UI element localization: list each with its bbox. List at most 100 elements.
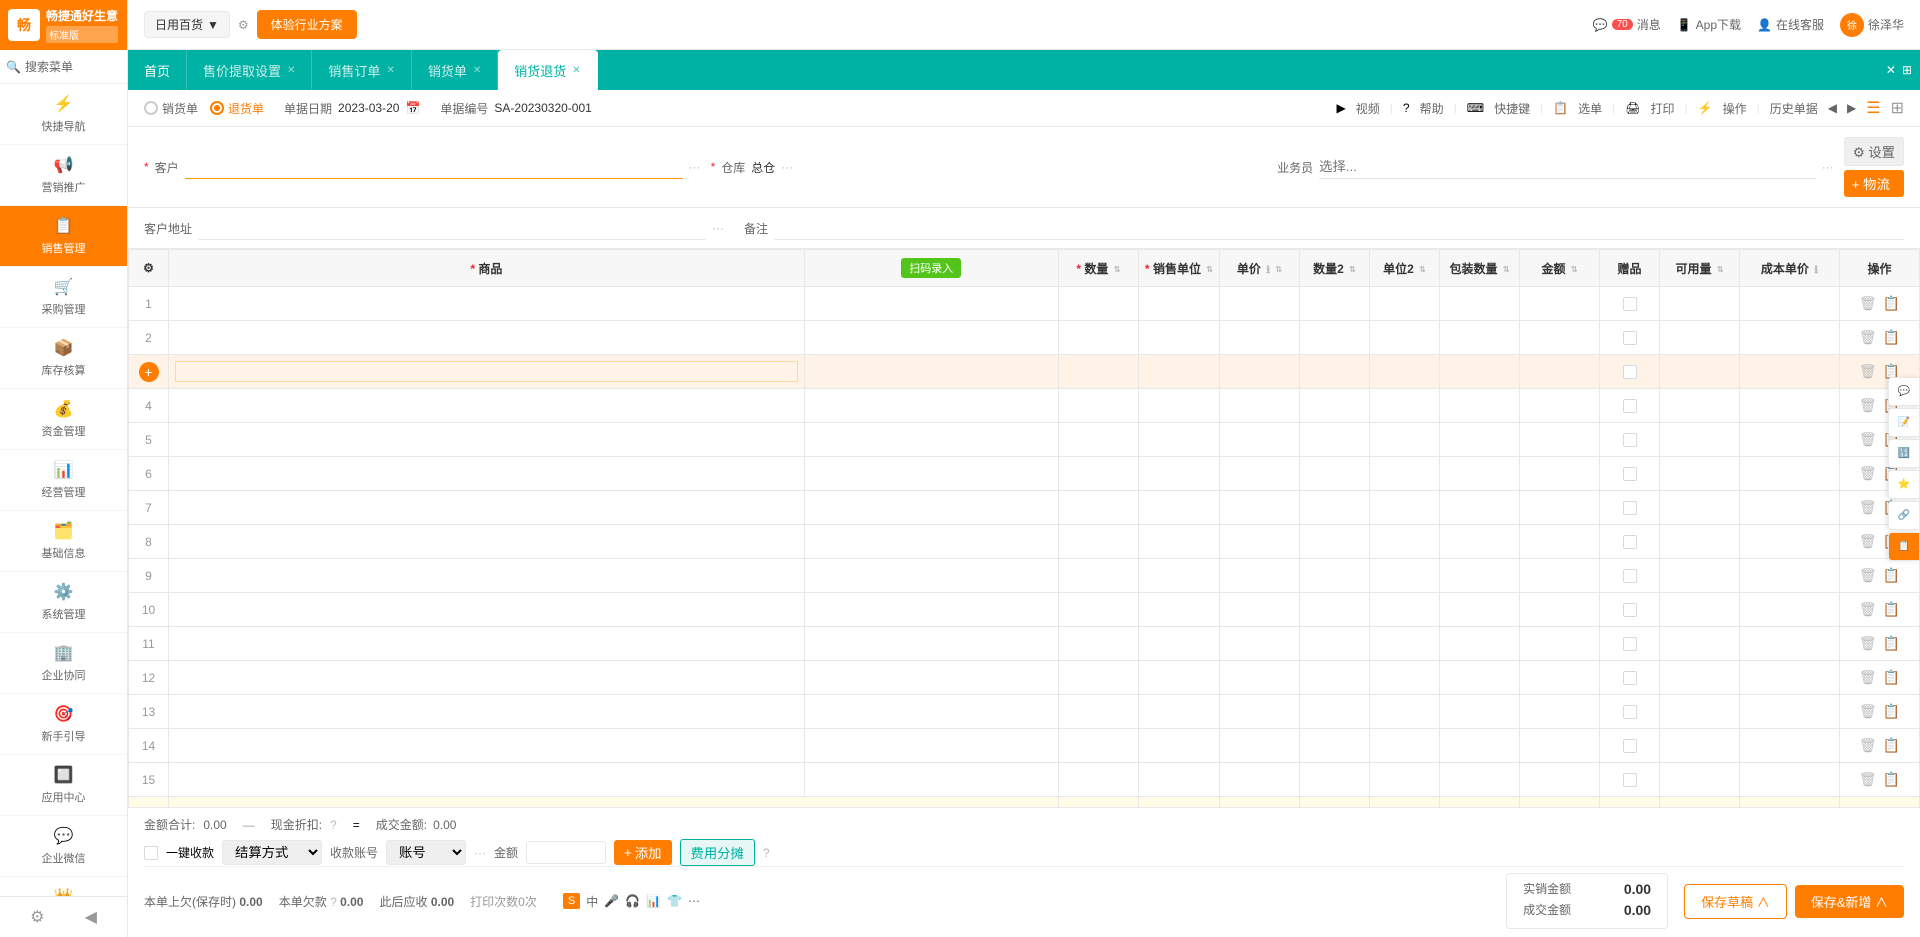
copy-icon-2[interactable]: 📋 (1883, 329, 1900, 346)
gift-checkbox-1[interactable] (1623, 297, 1637, 311)
delete-icon-3[interactable]: 🗑 (1859, 363, 1877, 380)
delete-icon[interactable]: 🗑 (1859, 771, 1877, 788)
delete-icon[interactable]: 🗑 (1859, 465, 1877, 482)
settings-icon[interactable]: ⚙ (30, 907, 44, 927)
th-gear[interactable]: ⚙ (129, 250, 169, 287)
row-2-cost[interactable] (1740, 321, 1840, 355)
salesman-dots[interactable]: ··· (1822, 160, 1834, 174)
tab-sales-delivery[interactable]: 销货单 ✕ (412, 50, 498, 90)
gift-checkbox[interactable] (1623, 671, 1637, 685)
select-label[interactable]: 选单 (1578, 100, 1602, 117)
delete-icon[interactable]: 🗑 (1859, 703, 1877, 720)
customer-dots[interactable]: ··· (689, 160, 701, 174)
logistics-btn[interactable]: + 物流 (1844, 170, 1904, 197)
add-row-btn[interactable]: + (139, 362, 159, 382)
row-1-product[interactable] (169, 287, 805, 321)
history-label[interactable]: 历史单据 (1770, 100, 1818, 117)
row-2-pkg[interactable] (1440, 321, 1520, 355)
info-icon-credit[interactable]: ? (330, 895, 337, 909)
row-2-unit[interactable] (1138, 321, 1219, 355)
user-item[interactable]: 徐 徐泽华 (1840, 13, 1904, 37)
gift-checkbox[interactable] (1623, 433, 1637, 447)
save-draft-btn[interactable]: 保存草稿 ∧ (1684, 884, 1787, 919)
copy-icon[interactable]: 📋 (1883, 771, 1900, 788)
gift-checkbox[interactable] (1623, 535, 1637, 549)
row-3-product[interactable] (169, 355, 805, 389)
notification-item[interactable]: 💬 70 消息 (1593, 16, 1661, 33)
row-3-qty2[interactable] (1300, 355, 1370, 389)
demo-btn[interactable]: 体验行业方案 (257, 10, 357, 39)
tab-sales-order[interactable]: 销售订单 ✕ (312, 50, 411, 90)
next-icon[interactable]: ▶ (1847, 101, 1856, 115)
product-input-active[interactable] (175, 361, 798, 382)
prev-icon[interactable]: ◀ (1828, 101, 1837, 115)
row-3-unit[interactable] (1138, 355, 1219, 389)
tab-price-settings[interactable]: 售价提取设置 ✕ (187, 50, 312, 90)
delete-icon[interactable]: 🗑 (1859, 397, 1877, 414)
video-label[interactable]: 视频 (1356, 100, 1380, 117)
shortcut-keys-label[interactable]: 快捷键 (1494, 100, 1530, 117)
sidebar-item-finance[interactable]: 💰 资金管理 (0, 389, 127, 450)
gift-checkbox[interactable] (1623, 637, 1637, 651)
calendar-icon[interactable]: 📅 (405, 101, 420, 115)
action-label[interactable]: 操作 (1723, 100, 1747, 117)
collapse-icon[interactable]: ◀ (85, 907, 97, 927)
one-click-collect-checkbox[interactable] (144, 846, 158, 860)
float-btn-star[interactable]: ⭐ (1888, 470, 1920, 499)
float-btn-chat[interactable]: 💬 (1888, 377, 1920, 406)
delete-icon[interactable]: 🗑 (1859, 737, 1877, 754)
sidebar-item-newbie[interactable]: 🎯 新手引导 (0, 694, 127, 755)
tab-sales-order-close[interactable]: ✕ (386, 65, 394, 76)
gift-checkbox[interactable] (1623, 739, 1637, 753)
maximize-icon[interactable]: ⊞ (1902, 63, 1912, 77)
add-payment-btn[interactable]: + 添加 (614, 840, 671, 865)
row-1-gift[interactable] (1600, 287, 1660, 321)
gift-checkbox[interactable] (1623, 399, 1637, 413)
sidebar-item-inventory[interactable]: 📦 库存核算 (0, 328, 127, 389)
row-1-qty2[interactable] (1300, 287, 1370, 321)
row-3-price[interactable] (1220, 355, 1300, 389)
float-btn-note[interactable]: 📝 (1888, 408, 1920, 437)
online-service-item[interactable]: 👤 在线客服 (1757, 16, 1824, 33)
settings-btn[interactable]: ⚙ 设置 (1844, 137, 1904, 166)
row-1-amount[interactable] (1520, 287, 1600, 321)
sidebar-item-purchase[interactable]: 🛒 采购管理 (0, 267, 127, 328)
salesman-input[interactable] (1319, 155, 1816, 179)
delete-icon[interactable]: 🗑 (1859, 431, 1877, 448)
th-scan[interactable]: 扫码录入 (804, 250, 1058, 287)
scan-input-btn[interactable]: 扫码录入 (901, 258, 961, 278)
sidebar-item-appstore[interactable]: 🔲 应用中心 (0, 755, 127, 816)
tab-price-settings-close[interactable]: ✕ (287, 65, 295, 76)
sidebar-item-sales[interactable]: 📋 销售管理 (0, 206, 127, 267)
row-2-avail[interactable] (1660, 321, 1740, 355)
help-label[interactable]: 帮助 (1420, 100, 1444, 117)
sidebar-item-enterprise[interactable]: 🏢 企业协同 (0, 633, 127, 694)
gift-checkbox-3[interactable] (1623, 365, 1637, 379)
tab-home[interactable]: 首页 (128, 50, 187, 90)
row-3-qty[interactable] (1058, 355, 1138, 389)
gift-checkbox[interactable] (1623, 773, 1637, 787)
row-2-unit2[interactable] (1370, 321, 1440, 355)
s-icon[interactable]: S (563, 893, 580, 909)
print-label[interactable]: 打印 (1651, 100, 1675, 117)
copy-icon[interactable]: 📋 (1883, 737, 1900, 754)
sidebar-item-weixin[interactable]: 💬 企业微信 (0, 816, 127, 877)
row-3-avail[interactable] (1660, 355, 1740, 389)
delete-icon[interactable]: 🗑 (1859, 499, 1877, 516)
close-tab-icon[interactable]: ✕ (1886, 63, 1896, 77)
industry-dropdown[interactable]: 日用百货 ▼ (144, 11, 230, 38)
account-dots[interactable]: ··· (474, 846, 486, 860)
row-2-qty[interactable] (1058, 321, 1138, 355)
delete-icon[interactable]: 🗑 (1859, 533, 1877, 550)
cost-info-icon[interactable]: ℹ (1814, 265, 1818, 276)
warehouse-dots[interactable]: ··· (781, 160, 793, 174)
radio-sale[interactable]: 销货单 (144, 100, 198, 117)
row-3-unit2[interactable] (1370, 355, 1440, 389)
grid-view-icon[interactable]: ⊞ (1891, 98, 1904, 118)
remark-input[interactable] (774, 216, 1904, 240)
address-input[interactable] (198, 216, 706, 240)
copy-icon[interactable]: 📋 (1883, 567, 1900, 584)
row-1-qty[interactable] (1058, 287, 1138, 321)
mic-icon[interactable]: 🎤 (604, 894, 619, 908)
settle-method-select[interactable]: 结算方式 (222, 840, 322, 865)
